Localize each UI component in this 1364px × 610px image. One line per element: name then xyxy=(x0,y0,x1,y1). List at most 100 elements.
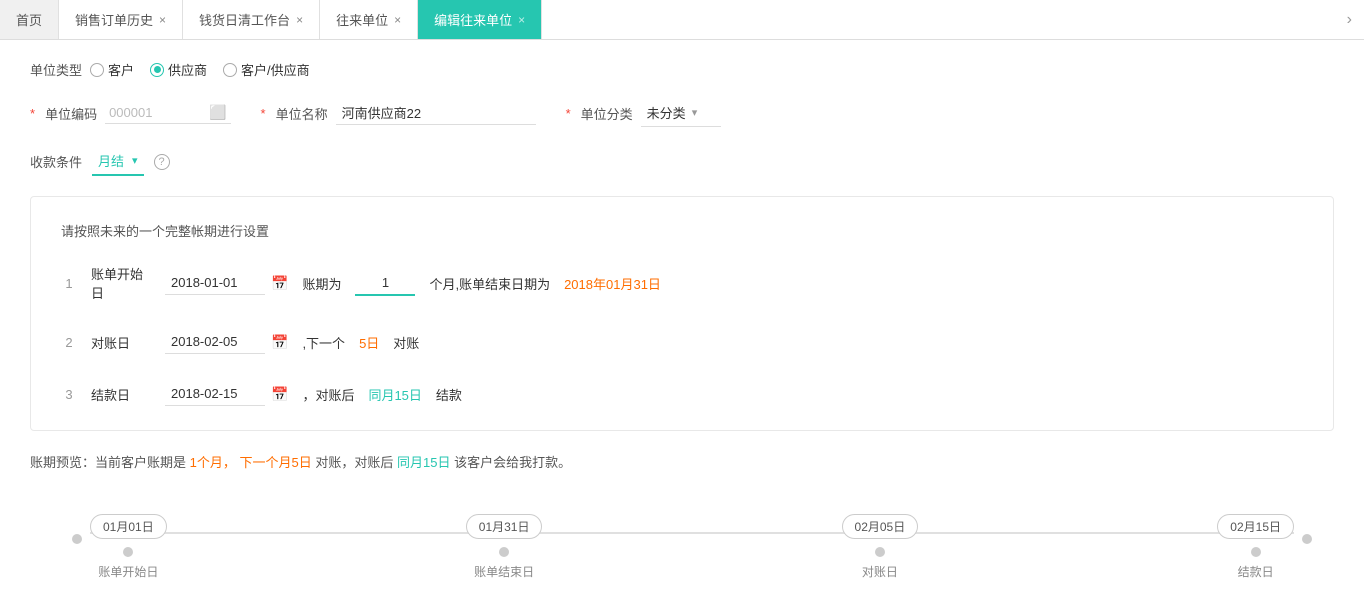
radio-customer-label: 客户 xyxy=(108,60,134,79)
radio-group: 客户 供应商 客户/供应商 xyxy=(90,60,310,79)
date-wrap-2: 📅 xyxy=(165,330,288,354)
unit-code-field[interactable]: ⬜ xyxy=(105,102,230,124)
date-input-2[interactable] xyxy=(165,330,265,354)
period-pay-day: 同月15日 xyxy=(368,385,421,404)
preview-part2: 下一个月5日 xyxy=(240,455,312,470)
tab-partner-units-label: 往来单位 xyxy=(336,10,388,29)
period-label-2: 对账日 xyxy=(91,333,151,352)
main-content: 单位类型 客户 供应商 客户/供应商 * 单位编码 xyxy=(0,40,1364,610)
radio-supplier[interactable]: 供应商 xyxy=(150,60,207,79)
period-num-2: 2 xyxy=(61,335,77,350)
preview-middle: 对账，对账后 xyxy=(315,455,393,470)
timeline-start-dot xyxy=(72,534,82,544)
period-suffix-3a: ，对账后 xyxy=(302,385,354,404)
tab-home-label: 首页 xyxy=(16,10,42,29)
period-suffix-2b: 对账 xyxy=(393,333,419,352)
radio-customer[interactable]: 客户 xyxy=(90,60,134,79)
period-check-day: 5日 xyxy=(359,333,379,352)
date-wrap-3: 📅 xyxy=(165,382,288,406)
period-card-title: 请按照未来的一个完整帐期进行设置 xyxy=(61,221,1303,240)
period-suffix-1b: 个月,账单结束日期为 xyxy=(429,274,550,293)
collection-value: 月结 xyxy=(98,151,124,170)
period-suffix-3b: 结款 xyxy=(436,385,462,404)
help-icon[interactable]: ? xyxy=(154,154,170,170)
tab-edit-partner[interactable]: 编辑往来单位 × xyxy=(418,0,542,39)
unit-category-group: * 单位分类 未分类 ▾ xyxy=(566,99,721,127)
timeline-badge-1: 01月01日 xyxy=(90,514,167,539)
tab-bar: 首页 销售订单历史 × 钱货日清工作台 × 往来单位 × 编辑往来单位 × › xyxy=(0,0,1364,40)
collection-label: 收款条件 xyxy=(30,152,82,171)
timeline-item-1: 01月01日 账单开始日 xyxy=(90,514,167,580)
tab-sales-history-close[interactable]: × xyxy=(159,13,166,27)
unit-type-label: 单位类型 xyxy=(30,60,82,79)
radio-supplier-circle xyxy=(150,63,164,77)
period-row-3: 3 结款日 📅 ，对账后 同月15日 结款 xyxy=(61,382,1303,406)
timeline-label-2: 账单结束日 xyxy=(474,563,534,580)
date-input-3[interactable] xyxy=(165,382,265,406)
unit-fields-row: * 单位编码 ⬜ * 单位名称 * 单位分类 未分类 ▾ xyxy=(30,99,1334,127)
unit-name-required: * xyxy=(261,106,266,121)
unit-type-group: 单位类型 客户 供应商 客户/供应商 xyxy=(30,60,310,79)
collection-select[interactable]: 月结 ▾ xyxy=(92,147,144,176)
collection-caret-icon: ▾ xyxy=(132,154,138,167)
timeline-badge-3: 02月05日 xyxy=(842,514,919,539)
date-wrap-1: 📅 xyxy=(165,271,288,295)
period-suffix-1a: 账期为 xyxy=(302,274,341,293)
calendar-icon-3[interactable]: 📅 xyxy=(271,386,288,403)
unit-name-input[interactable] xyxy=(336,101,536,125)
tab-edit-partner-label: 编辑往来单位 xyxy=(434,10,512,29)
date-input-1[interactable] xyxy=(165,271,265,295)
preview-suffix: 该客户会给我打款。 xyxy=(454,455,571,470)
period-end-date: 2018年01月31日 xyxy=(564,274,661,293)
radio-both-label: 客户/供应商 xyxy=(241,60,310,79)
period-months-input[interactable] xyxy=(355,271,415,296)
unit-category-dropdown[interactable]: 未分类 ▾ xyxy=(641,99,721,127)
preview-part3: 同月15日 xyxy=(397,455,450,470)
timeline-end-dot xyxy=(1302,534,1312,544)
radio-both-circle xyxy=(223,63,237,77)
timeline-item-4: 02月15日 结款日 xyxy=(1217,514,1294,580)
unit-category-value: 未分类 xyxy=(647,103,686,122)
unit-code-input[interactable] xyxy=(109,105,209,120)
tab-partner-units[interactable]: 往来单位 × xyxy=(320,0,418,39)
timeline-item-2: 01月31日 账单结束日 xyxy=(466,514,543,580)
timeline-label-3: 对账日 xyxy=(862,563,898,580)
timeline-item-3: 02月05日 对账日 xyxy=(842,514,919,580)
period-label-1: 账单开始日 xyxy=(91,264,151,302)
unit-name-label: 单位名称 xyxy=(276,104,328,123)
preview-text: 账期预览：当前客户账期是 1个月， 下一个月5日 对账，对账后 同月15日 该客… xyxy=(30,451,1334,474)
calendar-icon-2[interactable]: 📅 xyxy=(271,334,288,351)
tab-expand-icon[interactable]: › xyxy=(1335,0,1364,39)
tab-sales-history-label: 销售订单历史 xyxy=(75,10,153,29)
period-row-1: 1 账单开始日 📅 账期为 个月,账单结束日期为 2018年01月31日 xyxy=(61,264,1303,302)
timeline-dot-3 xyxy=(875,547,885,557)
timeline-dot-4 xyxy=(1251,547,1261,557)
unit-code-required: * xyxy=(30,106,35,121)
period-label-3: 结款日 xyxy=(91,385,151,404)
unit-name-group: * 单位名称 xyxy=(261,101,536,125)
tab-edit-partner-close[interactable]: × xyxy=(518,13,525,27)
unit-code-label: 单位编码 xyxy=(45,104,97,123)
tab-home[interactable]: 首页 xyxy=(0,0,59,39)
unit-category-required: * xyxy=(566,106,571,121)
radio-supplier-label: 供应商 xyxy=(168,60,207,79)
timeline-dot-2 xyxy=(499,547,509,557)
timeline-wrap: 01月01日 账单开始日 01月31日 账单结束日 02月05日 对账日 02月… xyxy=(30,504,1334,590)
unit-type-row: 单位类型 客户 供应商 客户/供应商 xyxy=(30,60,1334,79)
radio-customer-circle xyxy=(90,63,104,77)
timeline-badge-2: 01月31日 xyxy=(466,514,543,539)
unit-category-label: 单位分类 xyxy=(581,104,633,123)
period-row-2: 2 对账日 📅 ,下一个 5日 对账 xyxy=(61,330,1303,354)
period-suffix-2a: ,下一个 xyxy=(302,333,345,352)
tab-cash-workbench[interactable]: 钱货日清工作台 × xyxy=(183,0,320,39)
timeline-dot-1 xyxy=(123,547,133,557)
radio-both[interactable]: 客户/供应商 xyxy=(223,60,310,79)
calendar-icon-1[interactable]: 📅 xyxy=(271,275,288,292)
tab-sales-history[interactable]: 销售订单历史 × xyxy=(59,0,183,39)
collection-row: 收款条件 月结 ▾ ? xyxy=(30,147,1334,176)
tab-cash-workbench-close[interactable]: × xyxy=(296,13,303,27)
copy-icon[interactable]: ⬜ xyxy=(209,104,226,121)
tab-partner-units-close[interactable]: × xyxy=(394,13,401,27)
period-card: 请按照未来的一个完整帐期进行设置 1 账单开始日 📅 账期为 个月,账单结束日期… xyxy=(30,196,1334,431)
timeline-items: 01月01日 账单开始日 01月31日 账单结束日 02月05日 对账日 02月… xyxy=(90,514,1294,580)
